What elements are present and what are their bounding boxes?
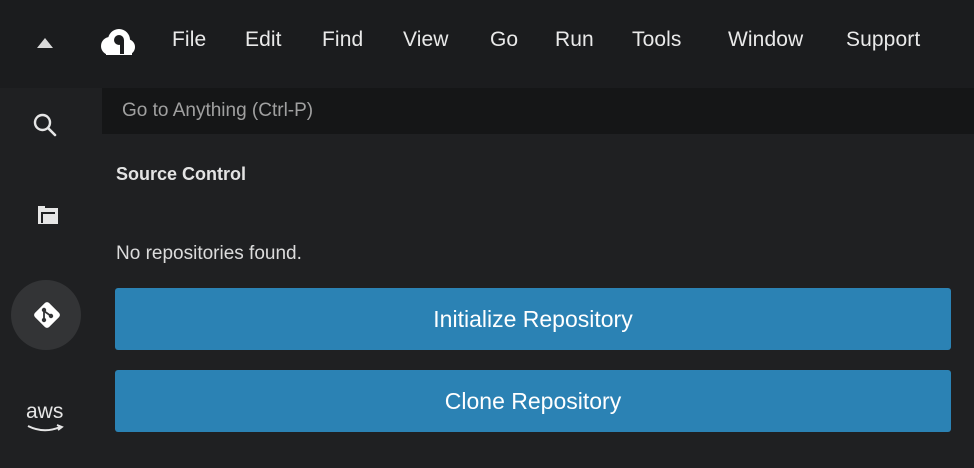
menu-view[interactable]: View bbox=[403, 28, 449, 52]
menu-window[interactable]: Window bbox=[728, 28, 803, 52]
clone-repository-button[interactable]: Clone Repository bbox=[115, 370, 951, 432]
goto-anything-input[interactable] bbox=[102, 88, 974, 134]
panel-title: Source Control bbox=[116, 164, 247, 184]
git-icon bbox=[34, 302, 60, 328]
empty-message: No repositories found. bbox=[116, 243, 302, 264]
collapse-menu-icon[interactable] bbox=[37, 38, 53, 48]
goto-anything-bar bbox=[102, 88, 974, 134]
aws-icon-label: aws bbox=[26, 400, 64, 423]
menu-support[interactable]: Support bbox=[846, 28, 920, 52]
menu-tools[interactable]: Tools bbox=[632, 28, 682, 52]
menu-bar: File Edit Find View Go Run Tools Window … bbox=[0, 0, 974, 88]
menu-edit[interactable]: Edit bbox=[245, 28, 282, 52]
menu-file[interactable]: File bbox=[172, 28, 206, 52]
menu-find[interactable]: Find bbox=[322, 28, 363, 52]
menu-go[interactable]: Go bbox=[490, 28, 518, 52]
aws-smile-icon bbox=[27, 424, 64, 432]
aws-icon[interactable]: aws bbox=[24, 398, 70, 438]
search-icon[interactable] bbox=[32, 112, 58, 138]
menu-run[interactable]: Run bbox=[555, 28, 594, 52]
initialize-repository-button[interactable]: Initialize Repository bbox=[115, 288, 951, 350]
cloud9-logo-icon[interactable] bbox=[96, 26, 136, 58]
folder-icon[interactable] bbox=[36, 204, 60, 226]
